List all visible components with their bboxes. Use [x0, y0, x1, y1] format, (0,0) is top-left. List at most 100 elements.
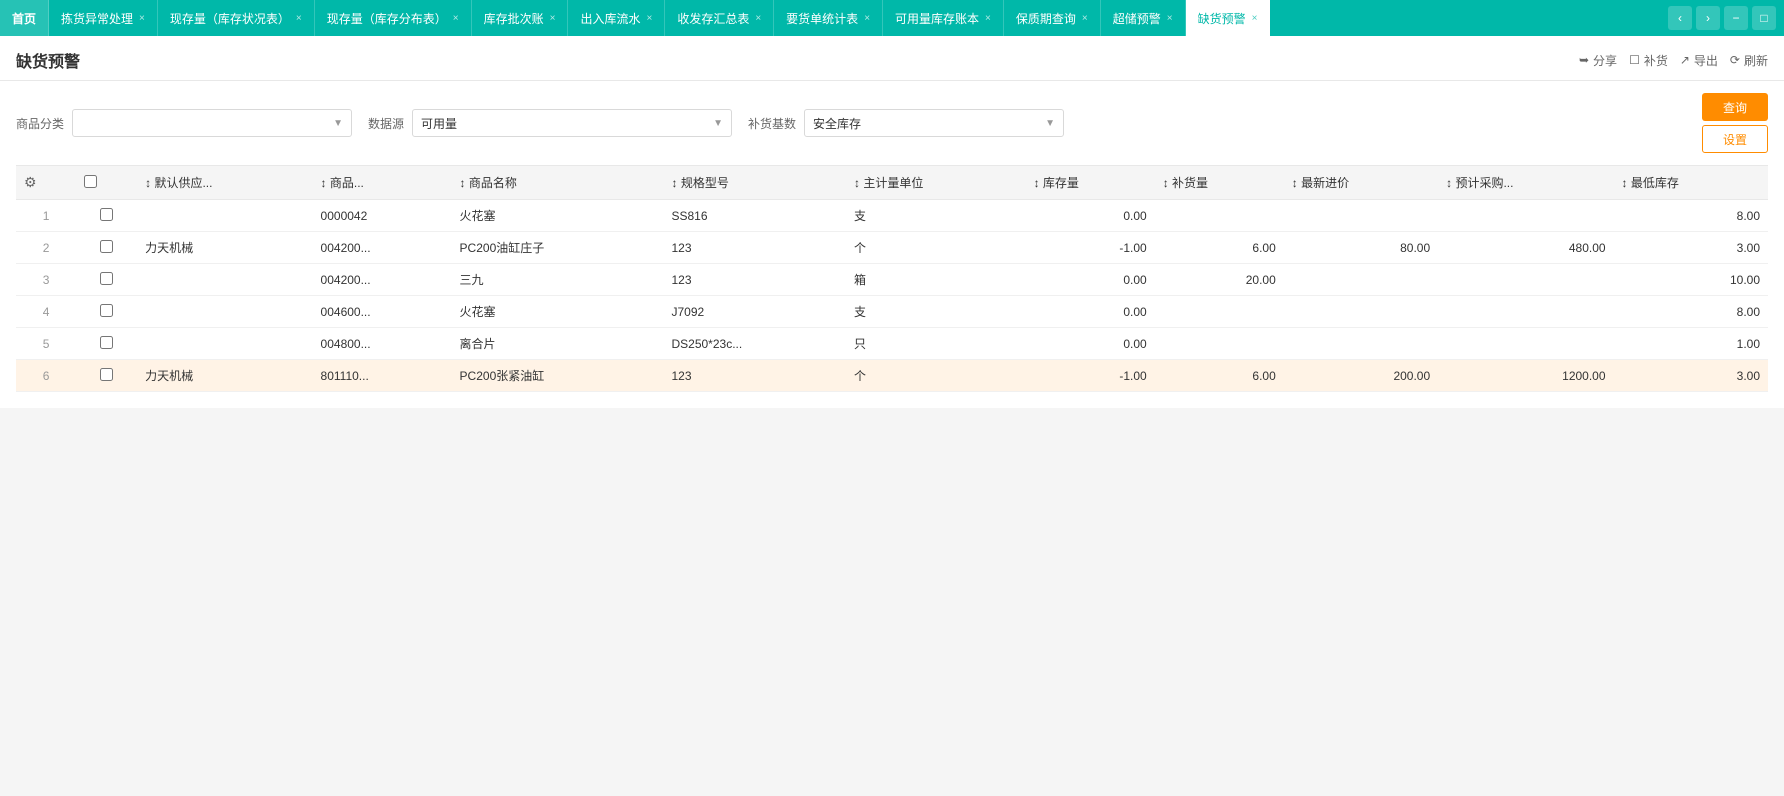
tab-shortage[interactable]: 缺货预警 ×: [1186, 0, 1271, 36]
supplier-cell: [137, 296, 312, 328]
row-checkbox-cell[interactable]: [76, 264, 137, 296]
latest-price-cell: [1284, 296, 1438, 328]
replenish-cell: 6.00: [1155, 360, 1284, 392]
gear-icon[interactable]: ⚙: [24, 174, 37, 190]
close-icon[interactable]: ×: [1167, 13, 1173, 24]
nav-next-button[interactable]: ›: [1696, 6, 1720, 30]
latest-price-column-header[interactable]: ↕ 最新进价: [1284, 166, 1438, 200]
min-stock-column-header[interactable]: ↕ 最低库存: [1614, 166, 1768, 200]
nav-prev-button[interactable]: ‹: [1668, 6, 1692, 30]
product-name-column-header[interactable]: ↕ 商品名称: [452, 166, 664, 200]
tab-stock-status[interactable]: 现存量（库存状况表） ×: [158, 0, 315, 36]
top-navigation: 首页 拣货异常处理 × 现存量（库存状况表） × 现存量（库存分布表） × 库存…: [0, 0, 1784, 36]
settings-column-header[interactable]: ⚙: [16, 166, 76, 200]
close-icon[interactable]: ×: [550, 13, 556, 24]
product-code-cell: 801110...: [313, 360, 452, 392]
nav-minimize-button[interactable]: −: [1724, 6, 1748, 30]
close-icon[interactable]: ×: [453, 13, 459, 24]
close-icon[interactable]: ×: [139, 13, 145, 24]
row-number: 6: [16, 360, 76, 392]
chevron-down-icon: ▼: [713, 118, 723, 129]
replenish-column-header[interactable]: ↕ 补货量: [1155, 166, 1284, 200]
est-purchase-column-header[interactable]: ↕ 预计采购...: [1438, 166, 1613, 200]
tab-available-ledger[interactable]: 可用量库存账本 ×: [883, 0, 1004, 36]
product-code-cell: 0000042: [313, 200, 452, 232]
min-stock-cell: 1.00: [1614, 328, 1768, 360]
supplier-cell: [137, 200, 312, 232]
min-stock-label: ↕ 最低库存: [1622, 176, 1679, 190]
row-checkbox[interactable]: [100, 304, 113, 317]
settings-button[interactable]: 设置: [1702, 125, 1768, 153]
product-code-cell: 004200...: [313, 232, 452, 264]
unit-cell: 个: [846, 360, 1026, 392]
row-checkbox[interactable]: [100, 240, 113, 253]
row-checkbox[interactable]: [100, 208, 113, 221]
row-checkbox[interactable]: [100, 368, 113, 381]
row-checkbox-cell[interactable]: [76, 296, 137, 328]
row-checkbox[interactable]: [100, 272, 113, 285]
header-actions: ➥ 分享 ☐ 补货 ↗ 导出 ⟳ 刷新: [1579, 52, 1768, 69]
datasource-value: 可用量: [421, 115, 457, 132]
tab-order-stats[interactable]: 要货单统计表 ×: [774, 0, 883, 36]
spec-cell: DS250*23c...: [663, 328, 846, 360]
latest-price-cell: 80.00: [1284, 232, 1438, 264]
replenish-button[interactable]: ☐ 补货: [1629, 52, 1668, 69]
replenish-label: ↕ 补货量: [1163, 176, 1208, 190]
unit-cell: 只: [846, 328, 1026, 360]
close-icon[interactable]: ×: [646, 13, 652, 24]
spec-cell: 123: [663, 360, 846, 392]
product-code-column-header[interactable]: ↕ 商品...: [313, 166, 452, 200]
spec-column-header[interactable]: ↕ 规格型号: [663, 166, 846, 200]
chevron-down-icon: ▼: [333, 118, 343, 129]
tab-inout-flow[interactable]: 出入库流水 ×: [568, 0, 665, 36]
tab-pick-error[interactable]: 拣货异常处理 ×: [49, 0, 158, 36]
close-icon[interactable]: ×: [1082, 13, 1088, 24]
tab-batch-account[interactable]: 库存批次账 ×: [472, 0, 569, 36]
select-all-checkbox[interactable]: [84, 175, 97, 188]
datasource-select[interactable]: 可用量 ▼: [412, 109, 732, 137]
table-row: 6 力天机械 801110... PC200张紧油缸 123 个 -1.00 6…: [16, 360, 1768, 392]
tab-expiry[interactable]: 保质期查询 ×: [1004, 0, 1101, 36]
share-button[interactable]: ➥ 分享: [1579, 52, 1617, 69]
est-purchase-cell: [1438, 200, 1613, 232]
query-button[interactable]: 查询: [1702, 93, 1768, 121]
latest-price-cell: [1284, 264, 1438, 296]
stock-column-header[interactable]: ↕ 库存量: [1026, 166, 1155, 200]
table-row: 5 004800... 离合片 DS250*23c... 只 0.00 1.00: [16, 328, 1768, 360]
row-checkbox[interactable]: [100, 336, 113, 349]
close-icon[interactable]: ×: [864, 13, 870, 24]
checkbox-column-header[interactable]: [76, 166, 137, 200]
supplier-cell: 力天机械: [137, 232, 312, 264]
close-icon[interactable]: ×: [985, 13, 991, 24]
spec-cell: SS816: [663, 200, 846, 232]
row-number: 3: [16, 264, 76, 296]
row-checkbox-cell[interactable]: [76, 200, 137, 232]
row-checkbox-cell[interactable]: [76, 232, 137, 264]
main-content: 缺货预警 ➥ 分享 ☐ 补货 ↗ 导出 ⟳ 刷新 商品分类: [0, 36, 1784, 408]
replenish-base-label: 补货基数: [748, 115, 796, 132]
unit-column-header[interactable]: ↕ 主计量单位: [846, 166, 1026, 200]
row-checkbox-cell[interactable]: [76, 360, 137, 392]
nav-maximize-button[interactable]: □: [1752, 6, 1776, 30]
stock-label: ↕ 库存量: [1034, 176, 1079, 190]
refresh-button[interactable]: ⟳ 刷新: [1730, 52, 1768, 69]
replenish-base-select[interactable]: 安全库存 ▼: [804, 109, 1064, 137]
stock-cell: -1.00: [1026, 360, 1155, 392]
tab-overstock[interactable]: 超储预警 ×: [1101, 0, 1186, 36]
supplier-column-header[interactable]: ↕ 默认供应...: [137, 166, 312, 200]
category-select[interactable]: ▼: [72, 109, 352, 137]
close-icon[interactable]: ×: [296, 13, 302, 24]
est-purchase-cell: 1200.00: [1438, 360, 1613, 392]
row-checkbox-cell[interactable]: [76, 328, 137, 360]
tab-home[interactable]: 首页: [0, 0, 49, 36]
datasource-filter-group: 数据源 可用量 ▼: [368, 109, 732, 137]
tab-stock-dist[interactable]: 现存量（库存分布表） ×: [315, 0, 472, 36]
replenish-cell: [1155, 200, 1284, 232]
tab-receive-summary[interactable]: 收发存汇总表 ×: [665, 0, 774, 36]
close-icon[interactable]: ×: [755, 13, 761, 24]
close-icon[interactable]: ×: [1252, 13, 1258, 24]
table-row: 3 004200... 三九 123 箱 0.00 20.00 10.00: [16, 264, 1768, 296]
row-number: 2: [16, 232, 76, 264]
export-button[interactable]: ↗ 导出: [1680, 52, 1718, 69]
est-purchase-cell: [1438, 328, 1613, 360]
